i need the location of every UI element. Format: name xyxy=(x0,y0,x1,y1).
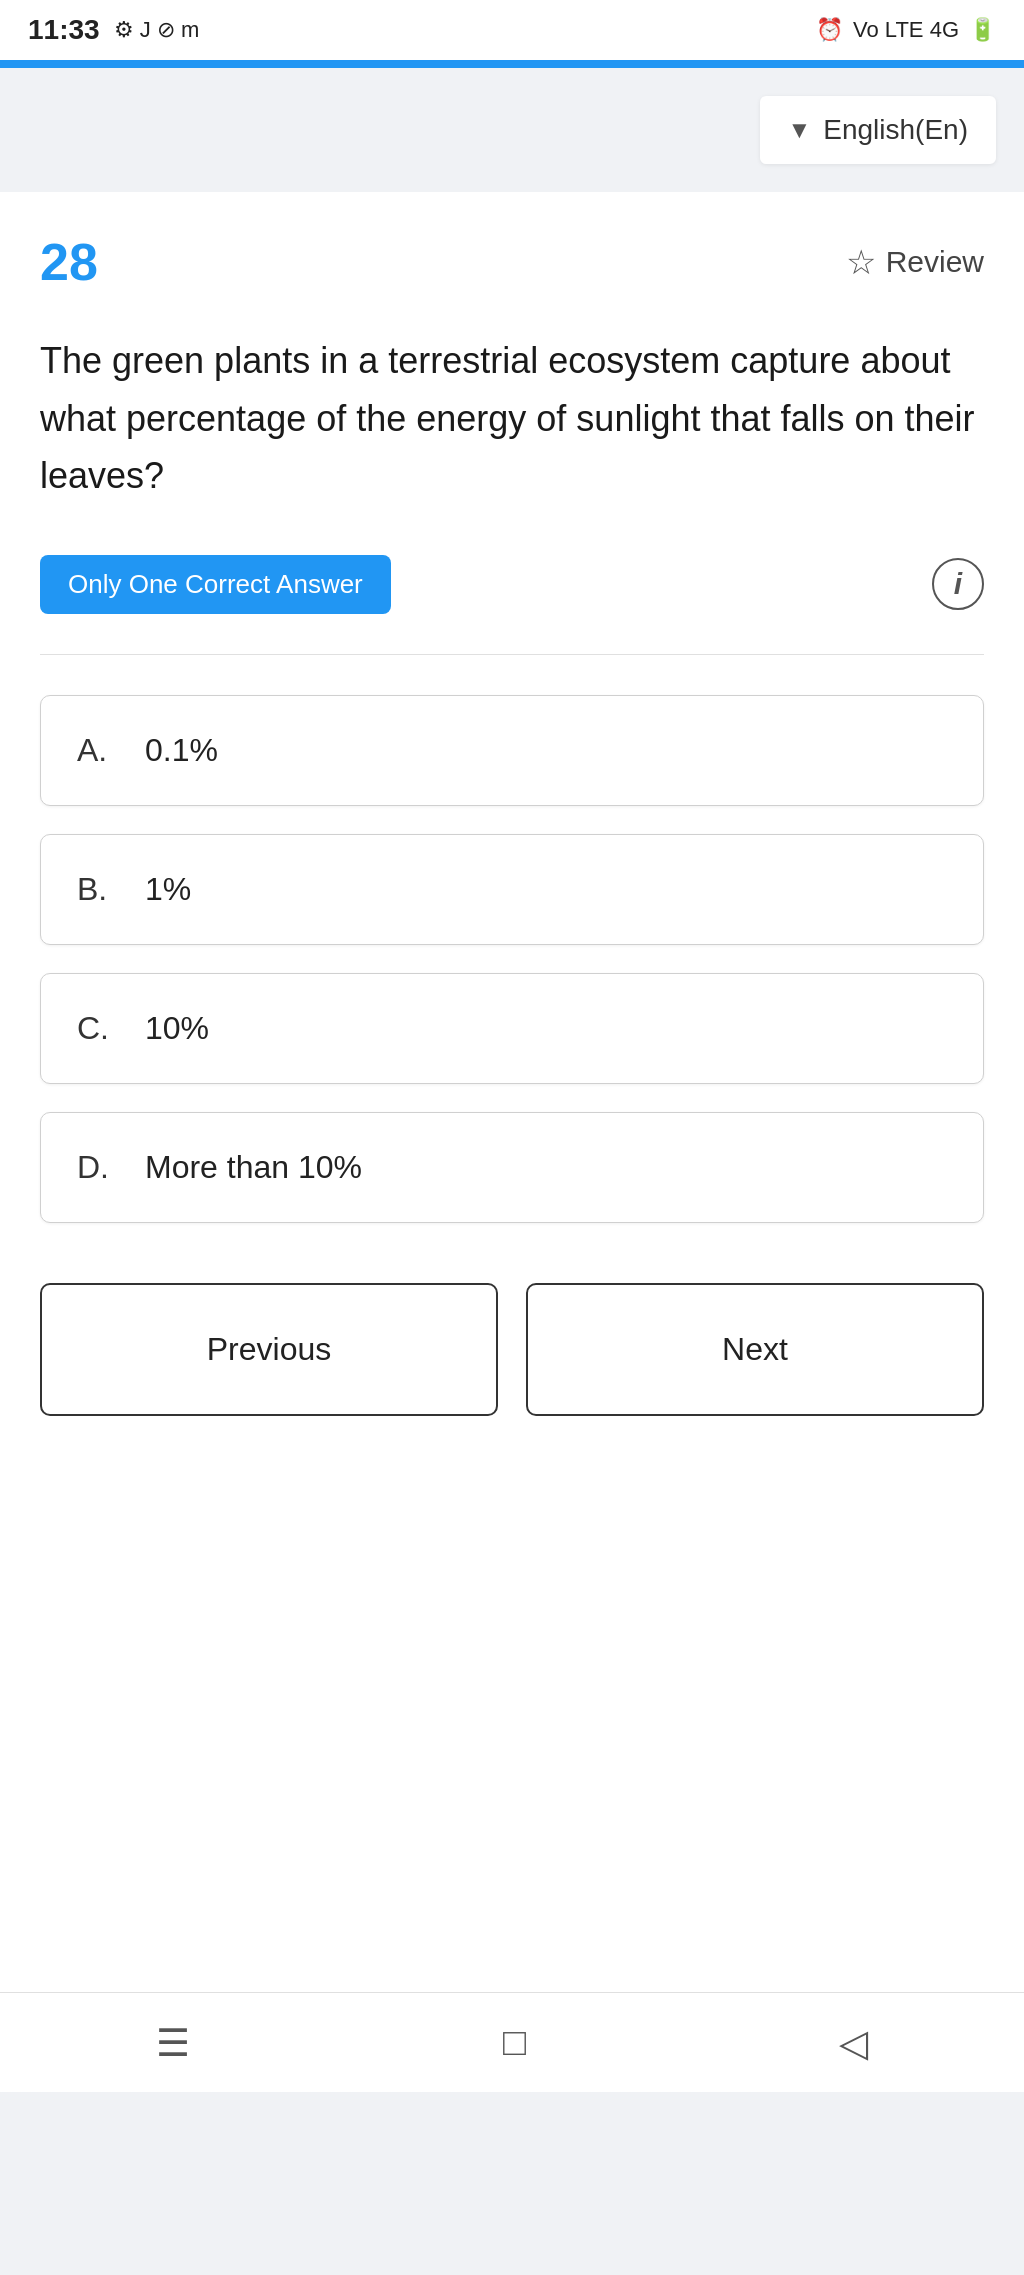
info-icon[interactable]: i xyxy=(932,558,984,610)
option-b[interactable]: B. 1% xyxy=(40,834,984,945)
top-accent-bar xyxy=(0,60,1024,68)
options-list: A. 0.1% B. 1% C. 10% D. More than 10% xyxy=(40,695,984,1223)
answer-type-badge: Only One Correct Answer xyxy=(40,555,391,614)
option-d-text: More than 10% xyxy=(145,1149,362,1186)
next-button[interactable]: Next xyxy=(526,1283,984,1416)
divider xyxy=(40,654,984,655)
language-selector-button[interactable]: ▼ English(En) xyxy=(760,96,997,164)
status-bar: 11:33 ⚙ J ⊘ m ⏰ Vo LTE 4G 🔋 xyxy=(0,0,1024,60)
chevron-down-icon: ▼ xyxy=(788,116,812,144)
clock-icon: ⏰ xyxy=(816,17,843,43)
option-b-letter: B. xyxy=(77,871,117,908)
option-c[interactable]: C. 10% xyxy=(40,973,984,1084)
option-a[interactable]: A. 0.1% xyxy=(40,695,984,806)
option-a-letter: A. xyxy=(77,732,117,769)
battery-icon: 🔋 xyxy=(969,17,996,43)
answer-type-row: Only One Correct Answer i xyxy=(40,555,984,614)
main-content: 28 ☆ Review The green plants in a terres… xyxy=(0,192,1024,1992)
question-text: The green plants in a terrestrial ecosys… xyxy=(40,332,984,505)
question-header: 28 ☆ Review xyxy=(40,232,984,292)
language-bar: ▼ English(En) xyxy=(0,68,1024,174)
menu-icon[interactable]: ☰ xyxy=(156,2021,190,2065)
previous-button[interactable]: Previous xyxy=(40,1283,498,1416)
option-d-letter: D. xyxy=(77,1149,117,1186)
status-right: ⏰ Vo LTE 4G 🔋 xyxy=(816,17,996,43)
option-c-letter: C. xyxy=(77,1010,117,1047)
review-button[interactable]: ☆ Review xyxy=(846,242,984,282)
language-label: English(En) xyxy=(823,114,968,146)
home-icon[interactable]: □ xyxy=(503,2021,526,2064)
info-symbol: i xyxy=(954,567,962,601)
signal-text: Vo LTE 4G xyxy=(853,17,959,43)
bottom-nav: ☰ □ ◁ xyxy=(0,1992,1024,2092)
nav-buttons: Previous Next xyxy=(40,1283,984,1446)
review-label: Review xyxy=(886,245,984,279)
question-number: 28 xyxy=(40,232,98,292)
option-d[interactable]: D. More than 10% xyxy=(40,1112,984,1223)
status-icons: ⚙ J ⊘ m xyxy=(114,17,200,43)
star-icon: ☆ xyxy=(846,242,876,282)
option-c-text: 10% xyxy=(145,1010,209,1047)
status-left: 11:33 ⚙ J ⊘ m xyxy=(28,14,199,46)
back-icon[interactable]: ◁ xyxy=(839,2021,868,2065)
option-a-text: 0.1% xyxy=(145,732,218,769)
status-time: 11:33 xyxy=(28,14,100,46)
option-b-text: 1% xyxy=(145,871,191,908)
